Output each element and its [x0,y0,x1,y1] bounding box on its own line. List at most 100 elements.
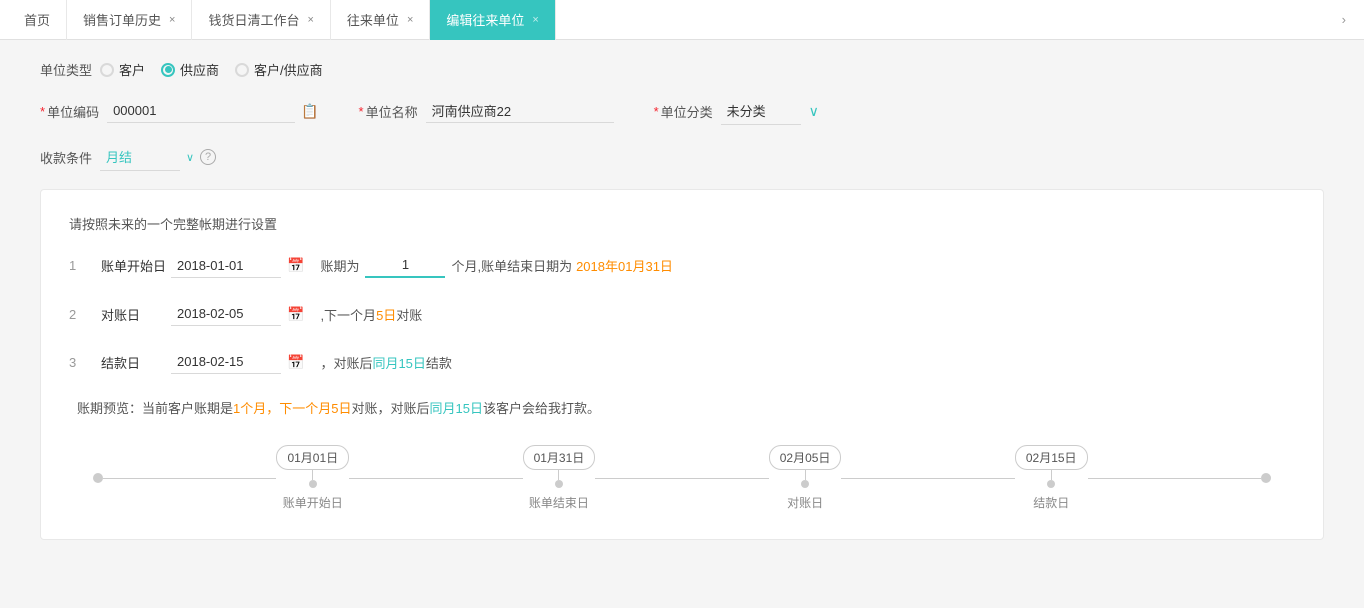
timeline-label-1: 账单开始日 [283,494,343,511]
timeline-node-3: 02月05日 对账日 [769,445,842,511]
row-2-label: 对账日 [101,305,171,324]
radio-supplier-label: 供应商 [180,60,219,79]
timeline-start-dot [93,473,103,483]
radio-customer[interactable]: 客户 [100,60,145,79]
unit-category-label: 单位分类 [661,102,713,121]
timeline-dot-1 [309,480,317,488]
payment-terms-arrow-icon[interactable]: ∨ [186,151,194,164]
tab-partner[interactable]: 往来单位 × [331,0,430,40]
tab-sales-history[interactable]: 销售订单历史 × [67,0,192,40]
tab-home-label: 首页 [24,10,50,29]
timeline-node-4: 02月15日 结款日 [1015,445,1088,511]
radio-group: 客户 供应商 客户/供应商 [100,60,339,79]
tab-partner-label: 往来单位 [347,10,399,29]
tab-cashflow[interactable]: 钱货日清工作台 × [192,0,330,40]
preview-part3: 对账，对账后 [351,401,429,416]
radio-customer-label: 客户 [119,60,145,79]
tab-edit-partner-close[interactable]: × [532,14,538,26]
preview-label: 账期预览：当前客户账期是 [77,401,233,416]
tab-cashflow-close[interactable]: × [307,14,313,26]
reconcile-date-calendar-icon[interactable]: 📅 [287,306,304,323]
payment-terms-select[interactable]: 月结 ∨ [100,143,194,171]
content-area: 单位类型 客户 供应商 客户/供应商 [0,40,1364,608]
tabs-more-button[interactable]: › [1332,12,1356,27]
payment-terms-group: 收款条件 月结 ∨ ? [40,143,216,171]
unit-code-label: 单位编码 [47,102,99,121]
tab-partner-close[interactable]: × [407,14,413,26]
radio-supplier[interactable]: 供应商 [161,60,219,79]
row-2-suffix2: 对账 [396,305,422,324]
period-end-date: 2018年01月31日 [576,256,673,275]
preview-text: 账期预览：当前客户账期是1个月，下一个月5日对账，对账后同月15日该客户会给我打… [73,398,1291,417]
row-1-suffix: 账期为 个月,账单结束日期为 2018年01月31日 [312,253,672,278]
timeline-badge-1: 01月01日 [276,445,349,470]
timeline-line-4 [841,478,1014,479]
row-3-suffix2: 结款 [426,353,452,372]
timeline-dot-2 [555,480,563,488]
preview-part4: 同月15日 [430,401,483,416]
timeline-line-1 [103,478,276,479]
row-1-suffix-after: 个月,账单结束日期为 [451,256,572,275]
timeline-vline-3 [805,470,806,480]
radio-supplier-circle [161,63,175,77]
timeline-node-2: 01月31日 账单结束日 [523,445,596,511]
row-2-suffix1: ,下一个月 [320,305,376,324]
unit-category-select[interactable]: 未分类 ∨ [721,97,819,125]
timeline-node-1: 01月01日 账单开始日 [276,445,349,511]
tab-sales-history-close[interactable]: × [169,14,175,26]
radio-both[interactable]: 客户/供应商 [235,60,323,79]
timeline-dot-4 [1047,480,1055,488]
unit-category-arrow-icon[interactable]: ∨ [809,103,819,120]
row-1-label: 账单开始日 [101,256,171,275]
unit-type-label: 单位类型 [40,60,92,79]
timeline-vline-4 [1051,470,1052,480]
row-1-suffix-before: 账期为 [320,256,359,275]
row-3-suffix1: ，对账后 [320,353,372,372]
unit-code-star: * [40,104,45,119]
payment-terms-help-icon[interactable]: ? [200,149,216,165]
payment-date-calendar-icon[interactable]: 📅 [287,354,304,371]
preview-part1: 1个月， [233,401,279,416]
preview-part2: 下一个月5日 [279,401,351,416]
tab-cashflow-label: 钱货日清工作台 [208,10,299,29]
start-date-input[interactable] [171,254,281,278]
radio-customer-circle [100,63,114,77]
timeline-badge-3: 02月05日 [769,445,842,470]
timeline-label-3: 对账日 [787,494,823,511]
unit-code-input[interactable] [107,99,295,123]
setting-row-3: 3 结款日 📅 ，对账后 同月15日 结款 [69,350,1295,374]
tab-edit-partner[interactable]: 编辑往来单位 × [430,0,555,40]
unit-code-copy-icon[interactable]: 📋 [301,103,318,120]
payment-date-input[interactable] [171,350,281,374]
unit-category-value: 未分类 [721,97,801,125]
timeline-badge-4: 02月15日 [1015,445,1088,470]
payment-day-highlight: 同月15日 [372,353,425,372]
section-instruction: 请按照未来的一个完整帐期进行设置 [69,214,1295,233]
tab-sales-history-label: 销售订单历史 [83,10,161,29]
radio-both-label: 客户/供应商 [254,60,323,79]
unit-name-group: * 单位名称 [359,99,614,123]
timeline-line-3 [595,478,768,479]
timeline-vline-2 [558,470,559,480]
row-1-num: 1 [69,258,89,273]
preview-section: 账期预览：当前客户账期是1个月，下一个月5日对账，对账后同月15日该客户会给我打… [69,398,1295,515]
reconcile-day-highlight: 5日 [376,305,396,324]
period-months-input[interactable] [365,253,445,278]
unit-category-star: * [654,104,659,119]
timeline-line-5 [1088,478,1261,479]
unit-name-input[interactable] [426,99,614,123]
setting-row-2: 2 对账日 📅 ,下一个月 5日 对账 [69,302,1295,326]
reconcile-date-input[interactable] [171,302,281,326]
timeline-vline-1 [312,470,313,480]
timeline-line-2 [349,478,522,479]
unit-type-row: 单位类型 客户 供应商 客户/供应商 [40,60,1324,79]
radio-both-circle [235,63,249,77]
period-settings-section: 请按照未来的一个完整帐期进行设置 1 账单开始日 📅 账期为 个月,账单结束日期… [40,189,1324,540]
row-3-num: 3 [69,355,89,370]
payment-terms-row: 收款条件 月结 ∨ ? [40,143,1324,171]
tab-home[interactable]: 首页 [8,0,67,40]
start-date-calendar-icon[interactable]: 📅 [287,257,304,274]
tab-edit-partner-label: 编辑往来单位 [446,10,524,29]
row-2-num: 2 [69,307,89,322]
timeline-badge-2: 01月31日 [523,445,596,470]
